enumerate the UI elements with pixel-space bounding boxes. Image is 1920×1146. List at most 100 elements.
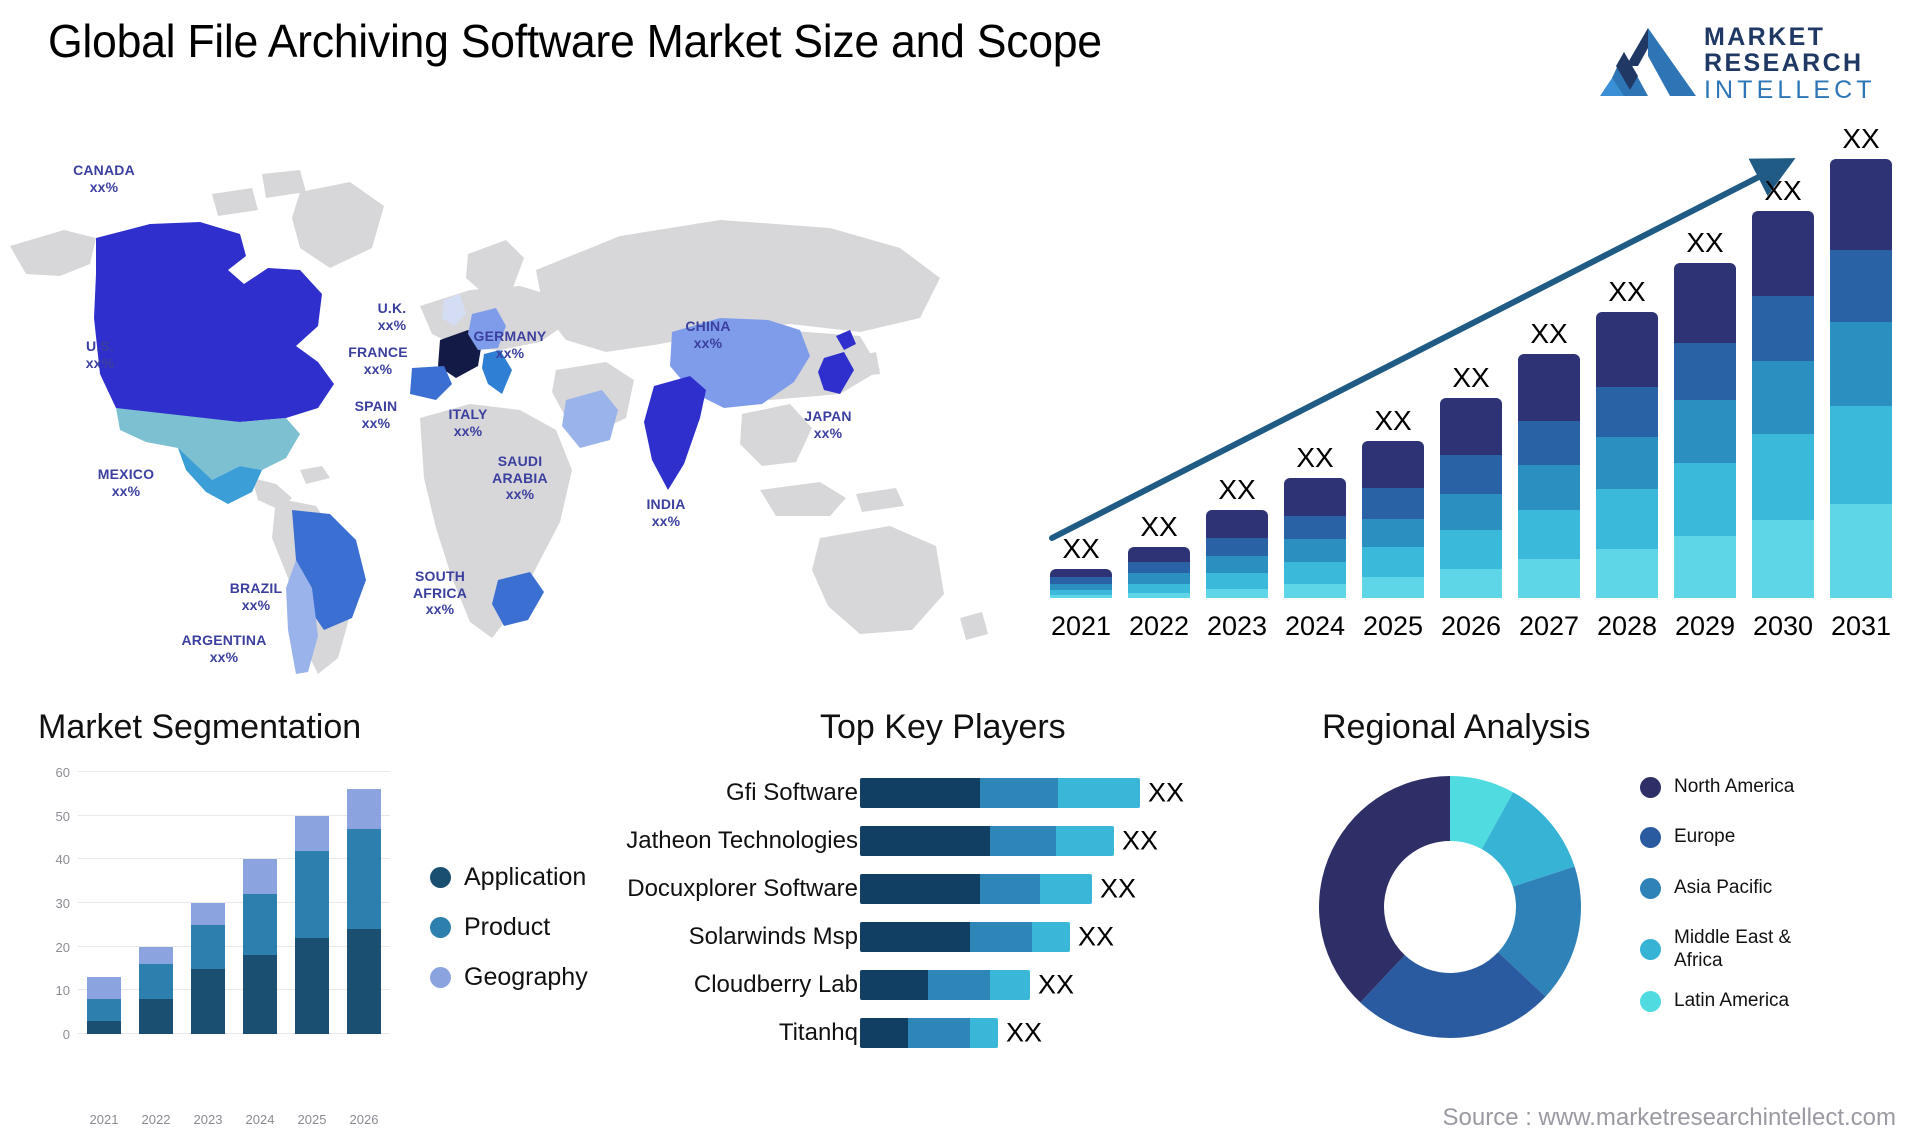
forecast-bar-segment xyxy=(1518,353,1580,422)
forecast-bar xyxy=(1596,312,1658,598)
player-bar xyxy=(860,970,1030,1000)
player-bar-value: XX xyxy=(1148,777,1185,808)
segmentation-bar-segment xyxy=(347,828,381,930)
segmentation-bar-segment xyxy=(347,929,381,1034)
player-bar xyxy=(860,1018,998,1048)
segmentation-bar-segment xyxy=(347,789,381,829)
legend-item-asia-pacific[interactable]: Asia Pacific xyxy=(1640,877,1824,899)
player-name-label: Titanhq xyxy=(778,1019,858,1046)
forecast-bar-value: XX xyxy=(1452,361,1490,393)
forecast-bar-segment xyxy=(1440,569,1502,598)
player-name-label: Cloudberry Lab xyxy=(693,971,858,998)
forecast-bar-segment xyxy=(1362,487,1424,519)
forecast-bar-value: XX xyxy=(1218,473,1256,505)
forecast-bar-stack xyxy=(1440,397,1502,598)
x-axis-tick: 2025 xyxy=(297,1112,327,1127)
forecast-year-label: 2030 xyxy=(1752,611,1814,641)
legend-item-product[interactable]: Product xyxy=(430,902,588,952)
forecast-bar-segment xyxy=(1830,249,1892,323)
legend-swatch-icon xyxy=(1640,877,1661,899)
infographic-page: Global File Archiving Software Market Si… xyxy=(0,0,1920,1146)
gridline xyxy=(78,902,390,903)
map-label-u-k: U.K. xx% xyxy=(377,300,407,333)
segmentation-bar-segment xyxy=(295,937,329,1034)
forecast-bar-segment xyxy=(1752,210,1814,297)
legend-item-middle-east-africa[interactable]: Middle East & Africa xyxy=(1640,927,1824,972)
forecast-bar xyxy=(1206,509,1268,598)
forecast-bar xyxy=(1440,397,1502,598)
forecast-bar-segment xyxy=(1362,518,1424,548)
x-axis-tick: 2026 xyxy=(349,1112,379,1127)
forecast-bar-segment xyxy=(1050,569,1112,578)
regional-legend: North America Europe Asia Pacific Middle Ea… xyxy=(1640,776,1824,1040)
legend-item-north-america[interactable]: North America xyxy=(1640,776,1824,798)
world-map-panel: CANADA xx% U.S. xx% MEXICO xx% BRAZIL xx% AR… xyxy=(0,118,1030,678)
player-bar xyxy=(860,826,1114,856)
forecast-bar-segment xyxy=(1206,588,1268,598)
map-region-india xyxy=(644,376,706,490)
forecast-bar-segment xyxy=(1596,488,1658,549)
forecast-bar-segment xyxy=(1362,440,1424,488)
segmentation-bar-segment xyxy=(191,924,225,969)
legend-item-label: Product xyxy=(464,912,551,941)
player-bar-segment xyxy=(1056,826,1114,856)
player-bar-segment xyxy=(860,826,990,856)
brand-logo: MARKET RESEARCH INTELLECT xyxy=(1600,16,1900,108)
segmentation-bar xyxy=(139,946,173,1034)
legend-item-geography[interactable]: Geography xyxy=(430,952,588,1002)
segmentation-bar-segment xyxy=(87,999,121,1021)
forecast-bar-segment xyxy=(1128,561,1190,574)
map-label-india: INDIA xx% xyxy=(646,496,686,529)
map-label-germany: GERMANY xx% xyxy=(473,328,547,361)
forecast-bar-segment xyxy=(1362,577,1424,598)
segmentation-bar-segment xyxy=(87,1020,121,1034)
map-label-argentina: ARGENTINA xx% xyxy=(181,632,267,665)
legend-swatch-icon xyxy=(430,916,451,938)
forecast-bar-stack xyxy=(1206,509,1268,598)
forecast-year-label: 2028 xyxy=(1596,611,1658,641)
forecast-year-label: 2029 xyxy=(1674,611,1736,641)
legend-item-application[interactable]: Application xyxy=(430,852,588,902)
map-label-japan: JAPAN xx% xyxy=(804,408,852,441)
forecast-bar xyxy=(1518,353,1580,598)
player-bar-segment xyxy=(980,874,1040,904)
player-name-label: Gfi Software xyxy=(725,779,858,806)
forecast-bar-segment xyxy=(1674,262,1736,344)
segmentation-bar xyxy=(347,789,381,1034)
header: Global File Archiving Software Market Si… xyxy=(0,0,1920,125)
gridline xyxy=(78,814,390,816)
world-map-icon xyxy=(10,170,988,674)
map-label-south-africa: SOUTH AFRICA xx% xyxy=(412,568,468,618)
x-axis-tick: 2023 xyxy=(193,1112,223,1127)
forecast-bar-segment xyxy=(1128,573,1190,584)
legend-item-label: Latin America xyxy=(1674,990,1790,1012)
forecast-bar-segment xyxy=(1596,387,1658,437)
forecast-bar-segment xyxy=(1752,520,1814,598)
forecast-bar-segment xyxy=(1518,558,1580,598)
legend-item-latin-america[interactable]: Latin America xyxy=(1640,990,1824,1012)
segmentation-bar xyxy=(191,903,225,1034)
gridline xyxy=(78,945,390,947)
top-key-players-panel: Top Key Players Gfi Software XX Jatheon Te… xyxy=(626,700,1310,1120)
legend-swatch-icon xyxy=(1640,827,1661,849)
mountain-m-logo-icon xyxy=(1600,28,1696,96)
legend-item-europe[interactable]: Europe xyxy=(1640,826,1824,849)
segmentation-bar-segment xyxy=(243,955,277,1034)
map-label-spain: SPAIN xx% xyxy=(354,398,398,431)
legend-item-label: Geography xyxy=(464,962,588,991)
forecast-bar-segment xyxy=(1284,539,1346,562)
forecast-bar-segment xyxy=(1830,322,1892,406)
segmentation-bar-segment xyxy=(243,859,277,895)
forecast-bar-segment xyxy=(1518,421,1580,466)
player-bar-segment xyxy=(990,826,1056,856)
player-bar-value: XX xyxy=(1078,921,1115,952)
logo-line-research: RESEARCH xyxy=(1704,49,1864,77)
forecast-bar-segment xyxy=(1206,573,1268,589)
player-bar-segment xyxy=(908,1018,970,1048)
y-axis-tick: 30 xyxy=(55,896,70,911)
donut-slice-north-america[interactable] xyxy=(1319,776,1450,1003)
segmentation-legend: Application Product Geography xyxy=(430,852,588,1002)
legend-swatch-icon xyxy=(1640,776,1661,798)
y-axis-tick: 50 xyxy=(55,808,70,824)
forecast-bar-segment xyxy=(1284,478,1346,517)
